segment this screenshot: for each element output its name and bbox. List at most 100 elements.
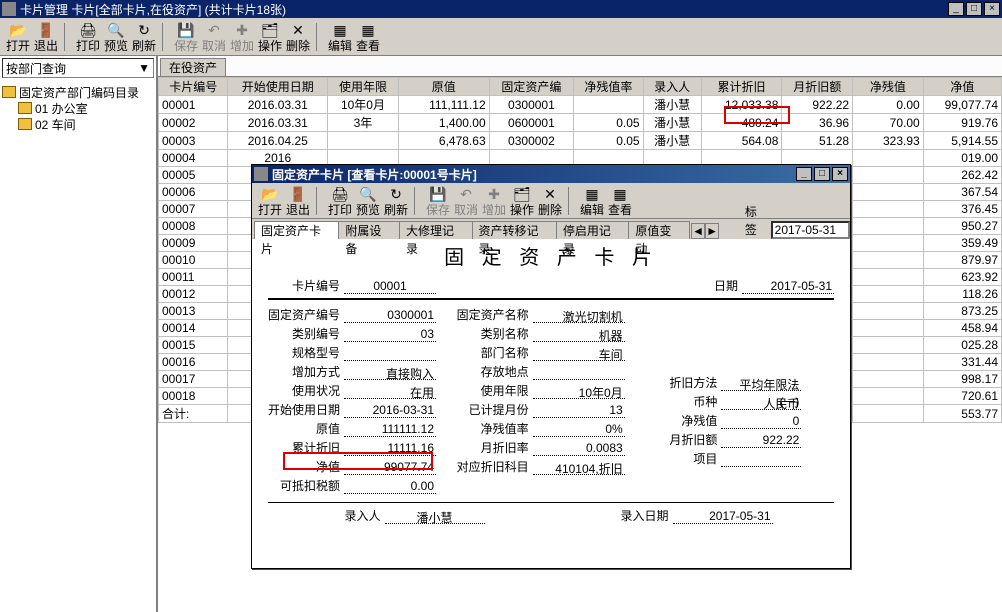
edit-button[interactable]: ▦编辑 <box>578 185 606 217</box>
table-row[interactable]: 000032016.04.256,478.6303000020.05潘小慧564… <box>159 132 1002 150</box>
edit-icon: ▦ <box>326 21 354 39</box>
grid-header[interactable]: 累计折旧 <box>701 78 782 96</box>
card-field: 原值111111.12 <box>268 420 457 437</box>
card-tab[interactable]: 大修理记录 <box>399 221 473 239</box>
main-toolbar: 📂打开🚪退出🖨打印🔍预览↻刷新💾保存↶取消✚增加🗂操作✕删除▦编辑▦查看 <box>0 18 1002 56</box>
entry-person-label: 录入人 <box>335 507 385 524</box>
grid-header[interactable]: 原值 <box>398 78 489 96</box>
card-field: 可抵扣税额0.00 <box>268 477 457 494</box>
card-tab[interactable]: 固定资产卡片 <box>254 221 339 239</box>
max-button[interactable]: □ <box>966 2 982 16</box>
card-field: 存放地点 <box>457 363 646 380</box>
grid-header[interactable]: 月折旧额 <box>782 78 853 96</box>
tab-scroll[interactable]: ◄► <box>691 223 719 239</box>
card-fields: 固定资产编号0300001类别编号03规格型号增加方式直接购入使用状况在用开始使… <box>268 306 834 496</box>
field-label: 累计折旧 <box>268 439 344 456</box>
cancel-button: ↶取消 <box>200 21 228 53</box>
field-value: 111111.12 <box>344 422 436 437</box>
card-field: 已计提月份13 <box>457 401 646 418</box>
print-button[interactable]: 🖨打印 <box>74 21 102 53</box>
field-value: 13 <box>533 403 625 418</box>
table-row[interactable]: 000022016.03.313年1,400.0006000010.05潘小慧4… <box>159 114 1002 132</box>
grid-header[interactable]: 固定资产编 <box>489 78 574 96</box>
delete-button[interactable]: ✕删除 <box>536 185 564 217</box>
card-close-button[interactable]: × <box>832 167 848 181</box>
card-field: 使用年限10年0月 <box>457 382 646 399</box>
card-tabs: 固定资产卡片附属设备大修理记录资产转移记录停启用记录原值变动◄►标签2017-0… <box>252 219 850 239</box>
cancel-icon: ↶ <box>200 21 228 39</box>
grid-header[interactable]: 开始使用日期 <box>228 78 328 96</box>
grid-header[interactable]: 净值 <box>923 78 1001 96</box>
open-button[interactable]: 📂打开 <box>4 21 32 53</box>
card-titlebar: 固定资产卡片 [查看卡片:00001号卡片] _ □ × <box>252 165 850 183</box>
view-button[interactable]: ▦查看 <box>354 21 382 53</box>
grid-header[interactable]: 卡片编号 <box>159 78 228 96</box>
tab-active-assets[interactable]: 在役资产 <box>160 58 226 76</box>
field-value: 0300001 <box>344 308 436 323</box>
preview-button[interactable]: 🔍预览 <box>102 21 130 53</box>
preview-button[interactable]: 🔍预览 <box>354 185 382 217</box>
grid-header[interactable]: 使用年限 <box>328 78 399 96</box>
card-max-button[interactable]: □ <box>814 167 830 181</box>
card-field: 月折旧率0.0083 <box>457 439 646 456</box>
tree-item[interactable]: 固定资产部门编码目录 <box>2 84 154 100</box>
exit-button[interactable]: 🚪退出 <box>284 185 312 217</box>
divider <box>268 502 834 503</box>
field-value: 922.22 <box>721 433 801 448</box>
subtab-bar: 在役资产 <box>158 56 1002 76</box>
add-icon: ✚ <box>480 185 508 203</box>
grid-header[interactable]: 录入人 <box>643 78 701 96</box>
tab-date-input[interactable]: 2017-05-31 <box>771 221 850 239</box>
card-field: 增加方式直接购入 <box>268 363 457 380</box>
field-label: 使用状况 <box>268 382 344 399</box>
min-button[interactable]: _ <box>948 2 964 16</box>
field-label: 项目 <box>645 450 721 467</box>
main-titlebar: 卡片管理 卡片[全部卡片,在役资产] (共计卡片18张) _ □ × <box>0 0 1002 18</box>
field-label: 月折旧额 <box>645 431 721 448</box>
refresh-button[interactable]: ↻刷新 <box>130 21 158 53</box>
save-button: 💾保存 <box>424 185 452 217</box>
refresh-button[interactable]: ↻刷新 <box>382 185 410 217</box>
grid-header[interactable]: 净残值率 <box>574 78 643 96</box>
field-label: 类别名称 <box>457 325 533 342</box>
print-button[interactable]: 🖨打印 <box>326 185 354 217</box>
field-label: 币种 <box>645 393 721 410</box>
card-field: 类别编号03 <box>268 325 457 342</box>
table-row[interactable]: 000012016.03.3110年0月111,111.120300001潘小慧… <box>159 96 1002 114</box>
open-icon: 📂 <box>256 185 284 203</box>
field-label: 固定资产名称 <box>457 306 533 323</box>
grid-header[interactable]: 净残值 <box>853 78 924 96</box>
field-value: 0.00 <box>344 479 436 494</box>
delete-button[interactable]: ✕删除 <box>284 21 312 53</box>
card-field: 固定资产编号0300001 <box>268 306 457 323</box>
open-button[interactable]: 📂打开 <box>256 185 284 217</box>
tree-item[interactable]: 01 办公室 <box>2 100 154 116</box>
card-field: 对应折旧科目410104,折旧 <box>457 458 646 475</box>
field-label: 固定资产编号 <box>268 306 344 323</box>
card-field: 净残值0 <box>645 412 834 429</box>
add-button: ✚增加 <box>480 185 508 217</box>
field-label: 原值 <box>268 420 344 437</box>
card-field: 固定资产名称激光切割机 <box>457 306 646 323</box>
query-dropdown[interactable]: 按部门查询 ▼ <box>2 58 154 78</box>
card-min-button[interactable]: _ <box>796 167 812 181</box>
cancel-button: ↶取消 <box>452 185 480 217</box>
op-button[interactable]: 🗂操作 <box>508 185 536 217</box>
view-button[interactable]: ▦查看 <box>606 185 634 217</box>
card-tab[interactable]: 资产转移记录 <box>472 221 557 239</box>
exit-button[interactable]: 🚪退出 <box>32 21 60 53</box>
add-icon: ✚ <box>228 21 256 39</box>
card-tab[interactable]: 原值变动 <box>628 221 690 239</box>
edit-button[interactable]: ▦编辑 <box>326 21 354 53</box>
card-tab[interactable]: 停启用记录 <box>556 221 630 239</box>
chevron-down-icon: ▼ <box>138 61 150 75</box>
view-icon: ▦ <box>354 21 382 39</box>
card-tab[interactable]: 附属设备 <box>338 221 400 239</box>
print-icon: 🖨 <box>74 21 102 39</box>
op-button[interactable]: 🗂操作 <box>256 21 284 53</box>
field-label: 已计提月份 <box>457 401 533 418</box>
close-button[interactable]: × <box>984 2 1000 16</box>
tree-item[interactable]: 02 车间 <box>2 116 154 132</box>
card-field: 项目 <box>645 450 834 467</box>
op-icon: 🗂 <box>256 21 284 39</box>
